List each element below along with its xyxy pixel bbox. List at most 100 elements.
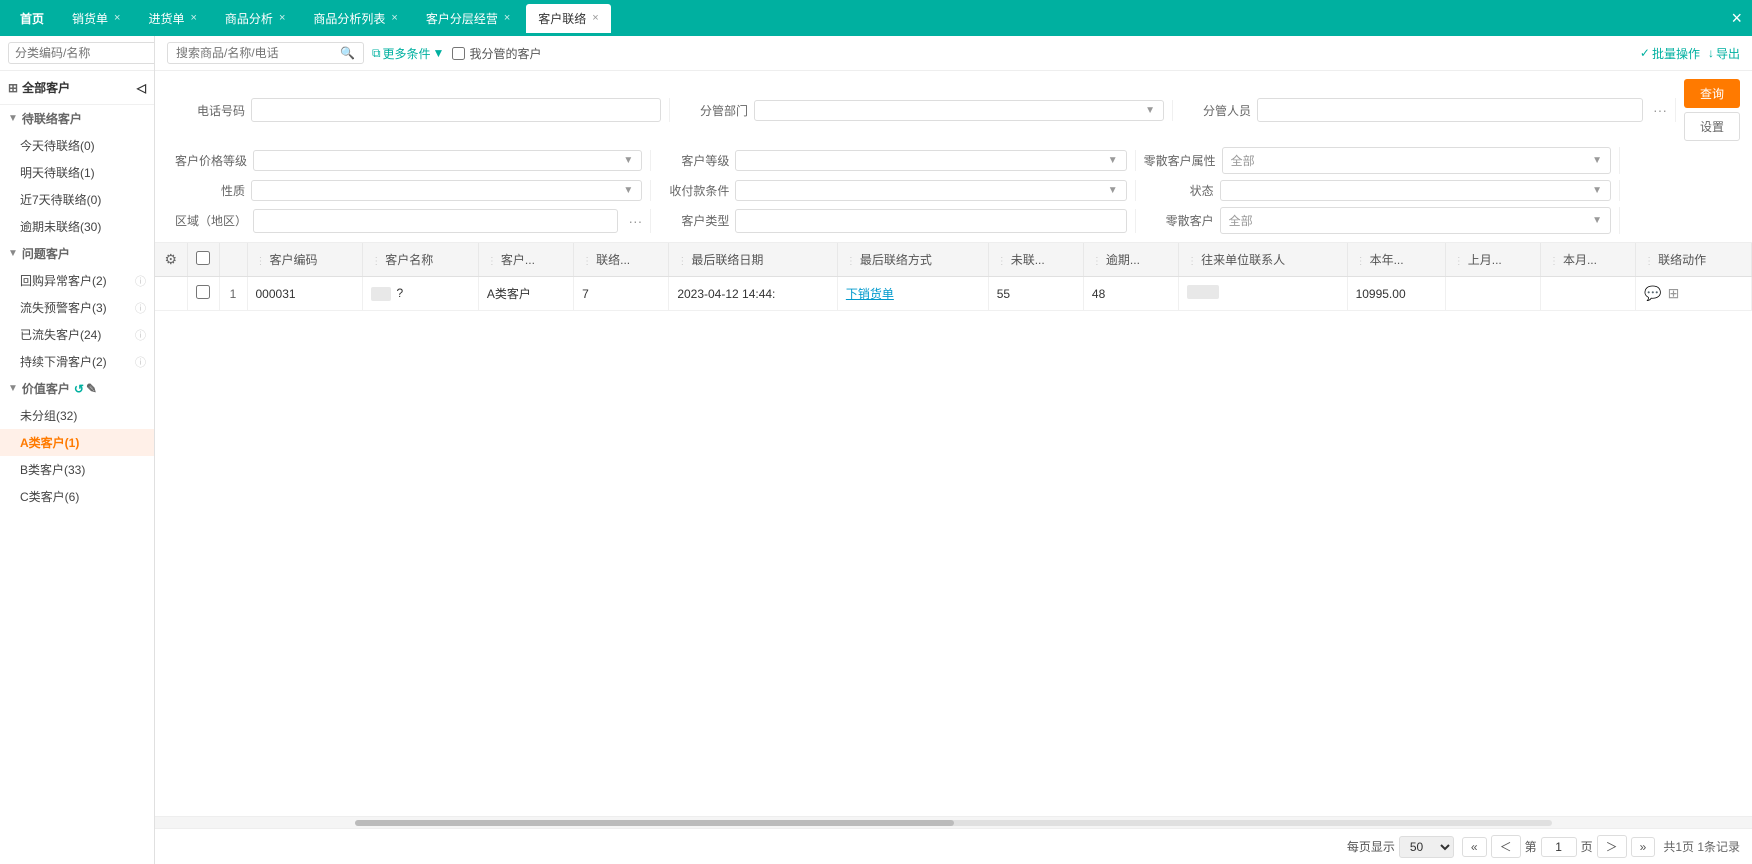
dept-label: 分管部门: [678, 102, 748, 119]
sidebar-item-declining[interactable]: 持续下滑客户(2) ⓘ: [0, 348, 154, 375]
row-type: A类客户: [478, 277, 573, 311]
sidebar-item-tomorrow[interactable]: 明天待联络(1): [0, 159, 154, 186]
nav-home[interactable]: 首页: [8, 4, 56, 33]
action-more-icon[interactable]: ⊞: [1668, 285, 1680, 302]
per-page-select[interactable]: 50 100 200: [1399, 836, 1454, 858]
name-avatar: [371, 287, 391, 301]
filter-retail-customer: 零散客户 全部 ▼: [1136, 207, 1620, 234]
sidebar-item-ungroup[interactable]: 未分组(32): [0, 402, 154, 429]
filter-region: 区域（地区） ···: [167, 209, 651, 233]
prev-page-btn[interactable]: ＜: [1491, 835, 1521, 858]
filter-more-conditions[interactable]: ⧉ 更多条件 ▼: [372, 45, 444, 62]
nav-analysis-label: 商品分析: [225, 10, 273, 27]
customer-level-select[interactable]: ▼: [735, 150, 1126, 171]
my-customers-checkbox-label[interactable]: 我分管的客户: [452, 45, 541, 62]
status-select[interactable]: ▼: [1220, 180, 1611, 201]
horizontal-scrollbar: [155, 816, 1752, 828]
sidebar-item-overdue[interactable]: 逾期未联络(30): [0, 213, 154, 240]
col-last-month: ⋮上月...: [1445, 243, 1540, 277]
settings-button[interactable]: 设置: [1684, 112, 1740, 141]
sidebar-item-7days[interactable]: 近7天待联络(0): [0, 186, 154, 213]
region-input[interactable]: [253, 209, 618, 233]
sidebar-search-input[interactable]: [8, 42, 155, 64]
nav-analysis-list[interactable]: 商品分析列表 ×: [301, 4, 409, 33]
col-action: ⋮联络动作: [1636, 243, 1752, 277]
sidebar-item-b-class[interactable]: B类客户(33): [0, 456, 154, 483]
page-number-input[interactable]: [1541, 837, 1577, 857]
nav-purchase[interactable]: 进货单 ×: [136, 4, 208, 33]
nav-customer-contact-close[interactable]: ×: [592, 12, 598, 24]
action-chat-icon[interactable]: 💬: [1644, 285, 1661, 302]
refresh-icon[interactable]: ↺: [74, 382, 84, 396]
payment-select[interactable]: ▼: [735, 180, 1126, 201]
sidebar-group-problem[interactable]: ▼ 问题客户: [0, 240, 154, 267]
nav-analysis[interactable]: 商品分析 ×: [213, 4, 297, 33]
nature-select[interactable]: ▼: [251, 180, 642, 201]
pending-triangle: ▼: [8, 113, 18, 124]
sidebar-item-warning[interactable]: 流失预警客户(3) ⓘ: [0, 294, 154, 321]
manager-input[interactable]: [1257, 98, 1643, 122]
filter-search-icon[interactable]: 🔍: [340, 46, 355, 60]
nav-customer-segment-close[interactable]: ×: [504, 12, 510, 24]
row-last-method[interactable]: 下销货单: [837, 277, 988, 311]
retail-customer-select[interactable]: 全部 ▼: [1220, 207, 1611, 234]
form-buttons: 查询 设置: [1676, 79, 1740, 141]
filter-more-chevron: ▼: [433, 46, 445, 60]
customer-type-input[interactable]: [735, 209, 1126, 233]
pagination-bar: 每页显示 50 100 200 « ＜ 第 页 ＞ » 共1页 1条记录: [155, 828, 1752, 864]
scroll-thumb[interactable]: [355, 820, 954, 826]
first-page-btn[interactable]: «: [1462, 837, 1487, 857]
sidebar-item-c-class[interactable]: C类客户(6): [0, 483, 154, 510]
row-unit-contact: [1179, 277, 1347, 311]
nav-purchase-close[interactable]: ×: [190, 12, 196, 24]
export-button[interactable]: ↓ 导出: [1708, 45, 1740, 62]
sidebar-collapse-icon[interactable]: ◁: [137, 81, 146, 95]
sidebar-item-today[interactable]: 今天待联络(0): [0, 132, 154, 159]
retail-attr-select[interactable]: 全部 ▼: [1222, 147, 1611, 174]
price-level-label: 客户价格等级: [175, 152, 247, 169]
sidebar-item-abnormal[interactable]: 回购异常客户(2) ⓘ: [0, 267, 154, 294]
last-method-link[interactable]: 下销货单: [846, 287, 894, 301]
col-settings[interactable]: ⚙: [155, 243, 187, 277]
nav-analysis-close[interactable]: ×: [279, 12, 285, 24]
nav-customer-segment[interactable]: 客户分层经营 ×: [414, 4, 522, 33]
batch-op-button[interactable]: ✓ 批量操作: [1640, 45, 1700, 62]
sidebar-all-customers-header[interactable]: ⊞ 全部客户 ◁: [0, 71, 154, 105]
my-customers-checkbox[interactable]: [452, 47, 465, 60]
sidebar-item-lost[interactable]: 已流失客户(24) ⓘ: [0, 321, 154, 348]
export-icon: ↓: [1708, 46, 1714, 60]
table-settings-icon[interactable]: ⚙: [164, 251, 177, 267]
manager-dots[interactable]: ···: [1653, 102, 1667, 118]
col-name: ⋮客户名称: [363, 243, 479, 277]
filter-dept: 分管部门 ▼: [670, 100, 1173, 121]
region-dots[interactable]: ···: [628, 213, 642, 229]
sidebar-item-a-class[interactable]: A类客户(1): [0, 429, 154, 456]
phone-input[interactable]: [251, 98, 661, 122]
dept-chevron: ▼: [1145, 105, 1155, 116]
query-button[interactable]: 查询: [1684, 79, 1740, 108]
problem-triangle: ▼: [8, 248, 18, 259]
select-all-checkbox[interactable]: [196, 251, 210, 265]
unit-contact-placeholder: [1187, 285, 1219, 299]
price-level-select[interactable]: ▼: [253, 150, 642, 171]
col-this-month: ⋮本月...: [1540, 243, 1635, 277]
next-page-btn[interactable]: ＞: [1597, 835, 1627, 858]
nav-analysis-list-close[interactable]: ×: [391, 12, 397, 24]
nav-customer-contact[interactable]: 客户联络 ×: [526, 4, 610, 33]
filter-search-input[interactable]: [176, 46, 336, 60]
col-overdue: ⋮逾期...: [1083, 243, 1178, 277]
sidebar: 🔍 ⊞ 全部客户 ◁ ▼ 待联络客户 今天待联络(0) 明天待联络(1) 近7天…: [0, 36, 155, 864]
close-all-tabs[interactable]: ×: [1731, 9, 1742, 27]
nav-sales-close[interactable]: ×: [114, 12, 120, 24]
sidebar-group-value[interactable]: ▼ 价值客户 ↺ ✎: [0, 375, 154, 402]
export-label: 导出: [1716, 45, 1740, 62]
row-checkbox[interactable]: [196, 285, 210, 299]
col-unit-contact: ⋮往来单位联系人: [1179, 243, 1347, 277]
row-last-month: [1445, 277, 1540, 311]
row-contact: 7: [574, 277, 669, 311]
edit-icon[interactable]: ✎: [86, 381, 97, 397]
last-page-btn[interactable]: »: [1631, 837, 1656, 857]
nav-sales[interactable]: 销货单 ×: [60, 4, 132, 33]
sidebar-group-pending[interactable]: ▼ 待联络客户: [0, 105, 154, 132]
dept-select[interactable]: ▼: [754, 100, 1164, 121]
